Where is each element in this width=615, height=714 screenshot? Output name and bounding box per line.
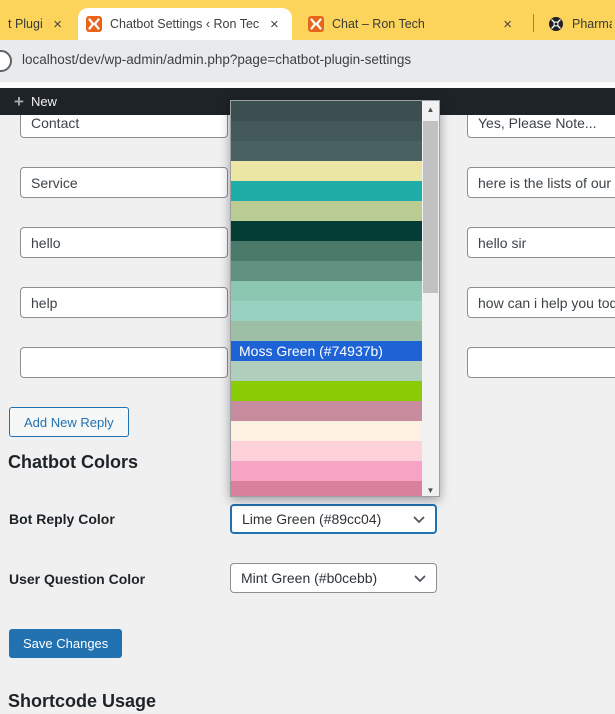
- color-dropdown-list: Moss Green (#74937b) ▲ ▼: [230, 100, 440, 497]
- color-option-14[interactable]: [231, 361, 424, 381]
- scroll-down-icon[interactable]: ▼: [422, 482, 439, 497]
- tab-pharmacy[interactable]: Pharmacy: [540, 8, 615, 40]
- tab-chatbot-settings[interactable]: Chatbot Settings ‹ Ron Tech - ×: [78, 8, 292, 40]
- chevron-down-icon: [414, 570, 426, 586]
- tab-title: Pharmacy: [572, 17, 612, 31]
- close-icon[interactable]: ×: [501, 17, 514, 32]
- save-changes-button[interactable]: Save Changes: [9, 629, 122, 658]
- color-option-2[interactable]: [231, 121, 424, 141]
- user-question-color-label: User Question Color: [9, 571, 145, 587]
- color-option-15[interactable]: [231, 381, 424, 401]
- bot-reply-color-select[interactable]: Lime Green (#89cc04): [230, 504, 437, 534]
- color-option-20[interactable]: [231, 481, 424, 497]
- browser-tab-strip: t Plugin × Chatbot Settings ‹ Ron Tech -…: [0, 0, 615, 40]
- question-input-5[interactable]: [20, 347, 228, 378]
- chevron-down-icon: [413, 511, 425, 527]
- color-option-19[interactable]: [231, 461, 424, 481]
- bot-reply-color-value: Lime Green (#89cc04): [242, 511, 381, 527]
- page-info-icon[interactable]: [0, 50, 12, 72]
- address-bar[interactable]: localhost/dev/wp-admin/admin.php?page=ch…: [0, 40, 615, 82]
- add-new-reply-button[interactable]: Add New Reply: [9, 407, 129, 437]
- close-icon[interactable]: ×: [268, 17, 281, 32]
- color-option-1[interactable]: [231, 101, 424, 121]
- question-input-4[interactable]: [20, 287, 228, 318]
- reply-input-4[interactable]: [467, 287, 615, 318]
- dropdown-scrollbar[interactable]: ▲ ▼: [422, 101, 439, 497]
- tab-plugin[interactable]: t Plugin ×: [0, 8, 72, 40]
- admin-bar-new[interactable]: New: [31, 94, 57, 109]
- close-icon[interactable]: ×: [51, 17, 64, 32]
- chatbot-colors-heading: Chatbot Colors: [8, 452, 138, 473]
- color-option-8[interactable]: [231, 241, 424, 261]
- color-option-9[interactable]: [231, 261, 424, 281]
- color-option-7[interactable]: [231, 221, 424, 241]
- reply-input-2[interactable]: [467, 167, 615, 198]
- tab-chat[interactable]: Chat – Ron Tech ×: [300, 8, 522, 40]
- bot-reply-color-label: Bot Reply Color: [9, 511, 115, 527]
- tab-title: t Plugin: [8, 17, 43, 31]
- color-option-11[interactable]: [231, 301, 424, 321]
- reply-input-3[interactable]: [467, 227, 615, 258]
- user-question-color-value: Mint Green (#b0cebb): [241, 570, 377, 586]
- tab-separator: [533, 14, 534, 32]
- tab-title: Chat – Ron Tech: [332, 17, 493, 31]
- xampp-icon: [86, 16, 102, 32]
- scroll-up-icon[interactable]: ▲: [422, 101, 439, 117]
- color-option-5[interactable]: [231, 181, 424, 201]
- url-text[interactable]: localhost/dev/wp-admin/admin.php?page=ch…: [22, 52, 411, 67]
- xampp-icon: [308, 16, 324, 32]
- color-option-10[interactable]: [231, 281, 424, 301]
- color-option-18[interactable]: [231, 441, 424, 461]
- pharmacy-icon: [548, 16, 564, 32]
- color-option-12[interactable]: [231, 321, 424, 341]
- question-input-3[interactable]: [20, 227, 228, 258]
- shortcode-usage-heading: Shortcode Usage: [8, 691, 156, 712]
- scrollbar-thumb[interactable]: [423, 121, 438, 293]
- color-option-4[interactable]: [231, 161, 424, 181]
- bookmark-strip: [0, 82, 615, 88]
- color-option-16[interactable]: [231, 401, 424, 421]
- color-options: Moss Green (#74937b): [231, 101, 424, 497]
- color-option-3[interactable]: [231, 141, 424, 161]
- color-option-13[interactable]: Moss Green (#74937b): [231, 341, 424, 361]
- question-input-2[interactable]: [20, 167, 228, 198]
- color-option-6[interactable]: [231, 201, 424, 221]
- color-option-17[interactable]: [231, 421, 424, 441]
- user-question-color-select[interactable]: Mint Green (#b0cebb): [230, 563, 437, 593]
- reply-input-5[interactable]: [467, 347, 615, 378]
- plus-icon: +: [14, 93, 24, 110]
- tab-title: Chatbot Settings ‹ Ron Tech -: [110, 17, 260, 31]
